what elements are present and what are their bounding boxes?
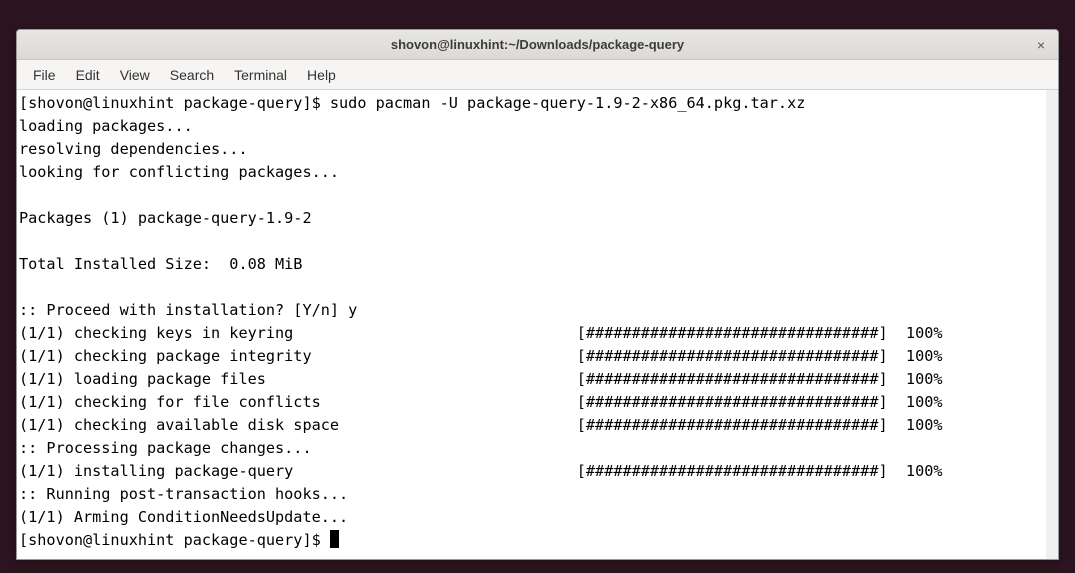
menu-file[interactable]: File — [23, 63, 66, 87]
output-line: Packages (1) package-query-1.9-2 — [19, 209, 312, 227]
terminal-window: shovon@linuxhint:~/Downloads/package-que… — [16, 29, 1059, 560]
menu-terminal[interactable]: Terminal — [224, 63, 297, 87]
menu-view[interactable]: View — [110, 63, 160, 87]
output-line: :: Proceed with installation? [Y/n] y — [19, 301, 357, 319]
output-line: (1/1) loading package files [###########… — [19, 370, 943, 388]
terminal-area[interactable]: [shovon@linuxhint package-query]$ sudo p… — [17, 90, 1058, 559]
output-line: :: Running post-transaction hooks... — [19, 485, 348, 503]
titlebar: shovon@linuxhint:~/Downloads/package-que… — [17, 30, 1058, 60]
prompt: [shovon@linuxhint package-query]$ — [19, 531, 330, 549]
menu-help[interactable]: Help — [297, 63, 346, 87]
output-line: (1/1) checking available disk space [###… — [19, 416, 943, 434]
output-line: (1/1) checking for file conflicts [#####… — [19, 393, 943, 411]
menu-edit[interactable]: Edit — [66, 63, 110, 87]
cursor-icon — [330, 530, 339, 548]
output-line: loading packages... — [19, 117, 193, 135]
close-icon[interactable]: × — [1032, 36, 1050, 54]
window-title: shovon@linuxhint:~/Downloads/package-que… — [391, 37, 684, 52]
prompt: [shovon@linuxhint package-query]$ — [19, 94, 330, 112]
output-line: looking for conflicting packages... — [19, 163, 339, 181]
output-line: :: Processing package changes... — [19, 439, 312, 457]
output-line: (1/1) installing package-query [########… — [19, 462, 943, 480]
command: sudo pacman -U package-query-1.9-2-x86_6… — [330, 94, 805, 112]
output-line: resolving dependencies... — [19, 140, 248, 158]
output-line: (1/1) checking keys in keyring [########… — [19, 324, 943, 342]
output-line: Total Installed Size: 0.08 MiB — [19, 255, 302, 273]
menubar: File Edit View Search Terminal Help — [17, 60, 1058, 90]
output-line: (1/1) Arming ConditionNeedsUpdate... — [19, 508, 348, 526]
menu-search[interactable]: Search — [160, 63, 224, 87]
scrollbar[interactable] — [1046, 90, 1058, 559]
output-line: (1/1) checking package integrity [######… — [19, 347, 943, 365]
